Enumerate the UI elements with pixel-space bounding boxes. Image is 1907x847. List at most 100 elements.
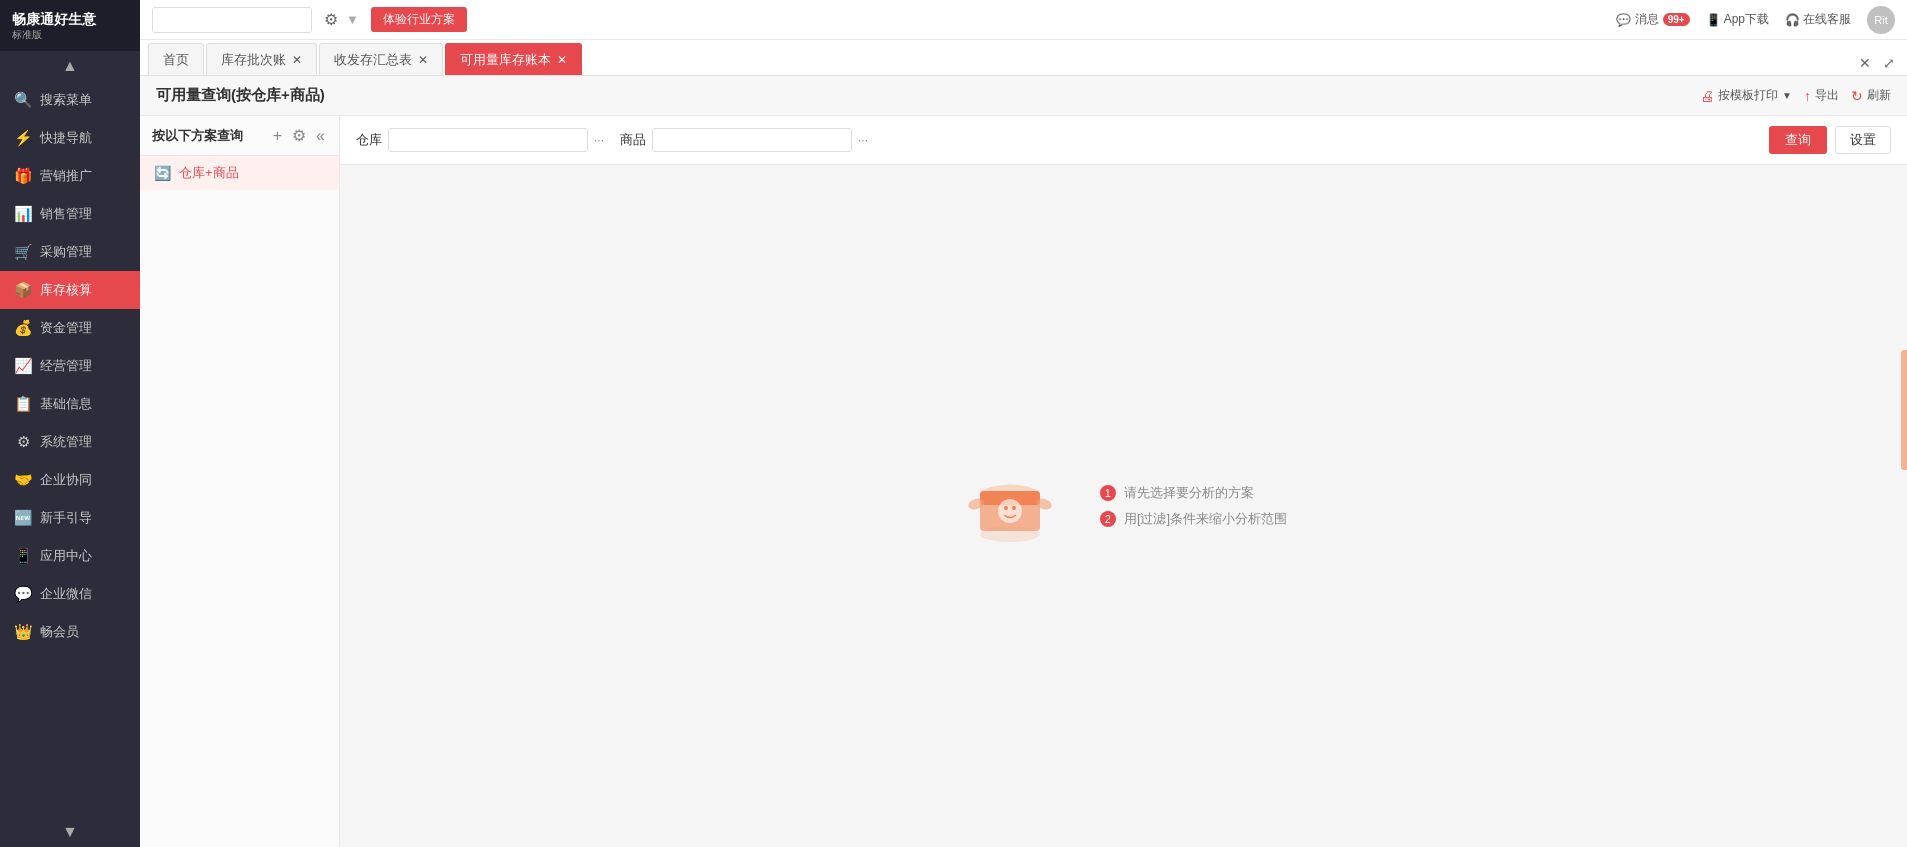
- search-input[interactable]: [161, 13, 303, 27]
- marketing-icon: 🎁: [14, 167, 32, 185]
- close-tab-button[interactable]: ✕: [1855, 53, 1875, 73]
- sidebar-item-shortcut[interactable]: ⚡ 快捷导航: [0, 119, 140, 157]
- sidebar-item-vip[interactable]: 👑 畅会员: [0, 613, 140, 651]
- empty-step-2: 2 用[过滤]条件来缩小分析范围: [1100, 510, 1287, 528]
- app-download[interactable]: 📱 App下载: [1706, 11, 1769, 28]
- filter-row: 仓库 ··· 商品 ··· 查询 设置: [340, 116, 1907, 165]
- resize-tab-button[interactable]: ⤢: [1879, 53, 1899, 73]
- sidebar-scroll-up[interactable]: ▲: [0, 51, 140, 81]
- tab-available-ledger[interactable]: 可用量库存账本 ✕: [445, 43, 582, 75]
- bell-icon: 💬: [1616, 13, 1631, 27]
- sidebar-item-wechat[interactable]: 💬 企业微信: [0, 575, 140, 613]
- sidebar-item-inventory[interactable]: 📦 库存核算: [0, 271, 140, 309]
- guide-icon: 🆕: [14, 509, 32, 527]
- sidebar-label-basics: 基础信息: [40, 395, 92, 413]
- export-action[interactable]: ↑ 导出: [1804, 87, 1839, 104]
- topbar-right: 💬 消息 99+ 📱 App下载 🎧 在线客服 Rit: [1616, 6, 1895, 34]
- sidebar-scroll-down[interactable]: ▼: [0, 817, 140, 847]
- sidebar-item-basics[interactable]: 📋 基础信息: [0, 385, 140, 423]
- gear-icon[interactable]: ⚙: [324, 10, 338, 29]
- tab-deposit-summary-label: 收发存汇总表: [334, 51, 412, 69]
- right-panel: 仓库 ··· 商品 ··· 查询 设置: [340, 116, 1907, 847]
- svg-point-3: [998, 499, 1022, 523]
- sidebar-item-purchase[interactable]: 🛒 采购管理: [0, 233, 140, 271]
- scheme-label: 仓库+商品: [179, 164, 239, 182]
- notif-label: 消息: [1635, 11, 1659, 28]
- tabbar-actions: ✕ ⤢: [1855, 53, 1899, 75]
- print-dropdown-icon[interactable]: ▼: [1782, 90, 1792, 101]
- product-input[interactable]: [652, 128, 852, 152]
- warehouse-input[interactable]: [388, 128, 588, 152]
- refresh-icon: ↻: [1851, 88, 1863, 104]
- right-scrollbar-indicator[interactable]: [1901, 350, 1907, 470]
- sidebar-item-operations[interactable]: 📈 经营管理: [0, 347, 140, 385]
- tab-batch-ledger-close[interactable]: ✕: [292, 53, 302, 67]
- basics-icon: 📋: [14, 395, 32, 413]
- empty-step-1-text: 请先选择要分析的方案: [1124, 484, 1254, 502]
- sidebar-label-finance: 资金管理: [40, 319, 92, 337]
- sidebar-item-finance[interactable]: 💰 资金管理: [0, 309, 140, 347]
- scheme-settings-button[interactable]: ⚙: [290, 126, 308, 145]
- left-panel: 按以下方案查询 + ⚙ « 🔄 仓库+商品: [140, 116, 340, 847]
- sidebar-item-system[interactable]: ⚙ 系统管理: [0, 423, 140, 461]
- refresh-action[interactable]: ↻ 刷新: [1851, 87, 1891, 104]
- operations-icon: 📈: [14, 357, 32, 375]
- user-avatar[interactable]: Rit: [1867, 6, 1895, 34]
- empty-state: 1 请先选择要分析的方案 2 用[过滤]条件来缩小分析范围: [340, 165, 1907, 847]
- sidebar-item-marketing[interactable]: 🎁 营销推广: [0, 157, 140, 195]
- sidebar: 畅康通好生意 标准版 ▲ 🔍 搜索菜单 ⚡ 快捷导航 🎁 营销推广 📊 销售管理…: [0, 0, 140, 847]
- sales-icon: 📊: [14, 205, 32, 223]
- sidebar-item-collab[interactable]: 🤝 企业协同: [0, 461, 140, 499]
- empty-step-1: 1 请先选择要分析的方案: [1100, 484, 1287, 502]
- export-icon: ↑: [1804, 88, 1811, 104]
- sidebar-item-apps[interactable]: 📱 应用中心: [0, 537, 140, 575]
- headset-icon: 🎧: [1785, 13, 1800, 27]
- trial-button[interactable]: 体验行业方案: [371, 7, 467, 32]
- search-box[interactable]: [152, 7, 312, 33]
- empty-illustration: [960, 456, 1060, 556]
- tab-batch-ledger[interactable]: 库存批次账 ✕: [206, 43, 317, 75]
- sidebar-nav: 🔍 搜索菜单 ⚡ 快捷导航 🎁 营销推广 📊 销售管理 🛒 采购管理 📦 库存核…: [0, 81, 140, 817]
- scheme-icon: 🔄: [154, 165, 171, 181]
- empty-step-2-text: 用[过滤]条件来缩小分析范围: [1124, 510, 1287, 528]
- collapse-panel-button[interactable]: «: [314, 126, 327, 145]
- product-more-button[interactable]: ···: [858, 133, 868, 147]
- left-panel-header: 按以下方案查询 + ⚙ «: [140, 116, 339, 156]
- sidebar-item-search[interactable]: 🔍 搜索菜单: [0, 81, 140, 119]
- sidebar-label-wechat: 企业微信: [40, 585, 92, 603]
- sidebar-item-guide[interactable]: 🆕 新手引导: [0, 499, 140, 537]
- sidebar-header: 畅康通好生意 标准版: [0, 0, 140, 51]
- content-area: 按以下方案查询 + ⚙ « 🔄 仓库+商品 仓库 ···: [140, 116, 1907, 847]
- left-panel-title: 按以下方案查询: [152, 127, 243, 145]
- tab-deposit-summary-close[interactable]: ✕: [418, 53, 428, 67]
- topbar-divider: ▼: [346, 12, 359, 27]
- empty-content: 1 请先选择要分析的方案 2 用[过滤]条件来缩小分析范围: [960, 456, 1287, 556]
- warehouse-filter-label: 仓库: [356, 131, 382, 149]
- topbar: ⚙ ▼ 体验行业方案 💬 消息 99+ 📱 App下载 🎧 在线客服 Rit: [140, 0, 1907, 40]
- tab-available-ledger-close[interactable]: ✕: [557, 53, 567, 67]
- sidebar-label-guide: 新手引导: [40, 509, 92, 527]
- tab-home[interactable]: 首页: [148, 43, 204, 75]
- column-settings-button[interactable]: 设置: [1835, 126, 1891, 154]
- main-area: ⚙ ▼ 体验行业方案 💬 消息 99+ 📱 App下载 🎧 在线客服 Rit: [140, 0, 1907, 847]
- sidebar-item-sales[interactable]: 📊 销售管理: [0, 195, 140, 233]
- finance-icon: 💰: [14, 319, 32, 337]
- notifications[interactable]: 💬 消息 99+: [1616, 11, 1690, 28]
- query-button[interactable]: 查询: [1769, 126, 1827, 154]
- phone-icon: 📱: [1706, 13, 1721, 27]
- vip-icon: 👑: [14, 623, 32, 641]
- product-filter-label: 商品: [620, 131, 646, 149]
- warehouse-more-button[interactable]: ···: [594, 133, 604, 147]
- step-num-2: 2: [1100, 511, 1116, 527]
- tab-deposit-summary[interactable]: 收发存汇总表 ✕: [319, 43, 443, 75]
- left-panel-actions: + ⚙ «: [271, 126, 327, 145]
- tabbar: 首页 库存批次账 ✕ 收发存汇总表 ✕ 可用量库存账本 ✕ ✕ ⤢: [140, 40, 1907, 76]
- brand-version: 标准版: [12, 28, 128, 41]
- add-scheme-button[interactable]: +: [271, 126, 284, 145]
- print-action[interactable]: 🖨 按模板打印 ▼: [1700, 87, 1792, 104]
- customer-service-label: 在线客服: [1803, 11, 1851, 28]
- apps-icon: 📱: [14, 547, 32, 565]
- sidebar-label-system: 系统管理: [40, 433, 92, 451]
- scheme-item-warehouse-product[interactable]: 🔄 仓库+商品: [140, 156, 339, 190]
- customer-service[interactable]: 🎧 在线客服: [1785, 11, 1851, 28]
